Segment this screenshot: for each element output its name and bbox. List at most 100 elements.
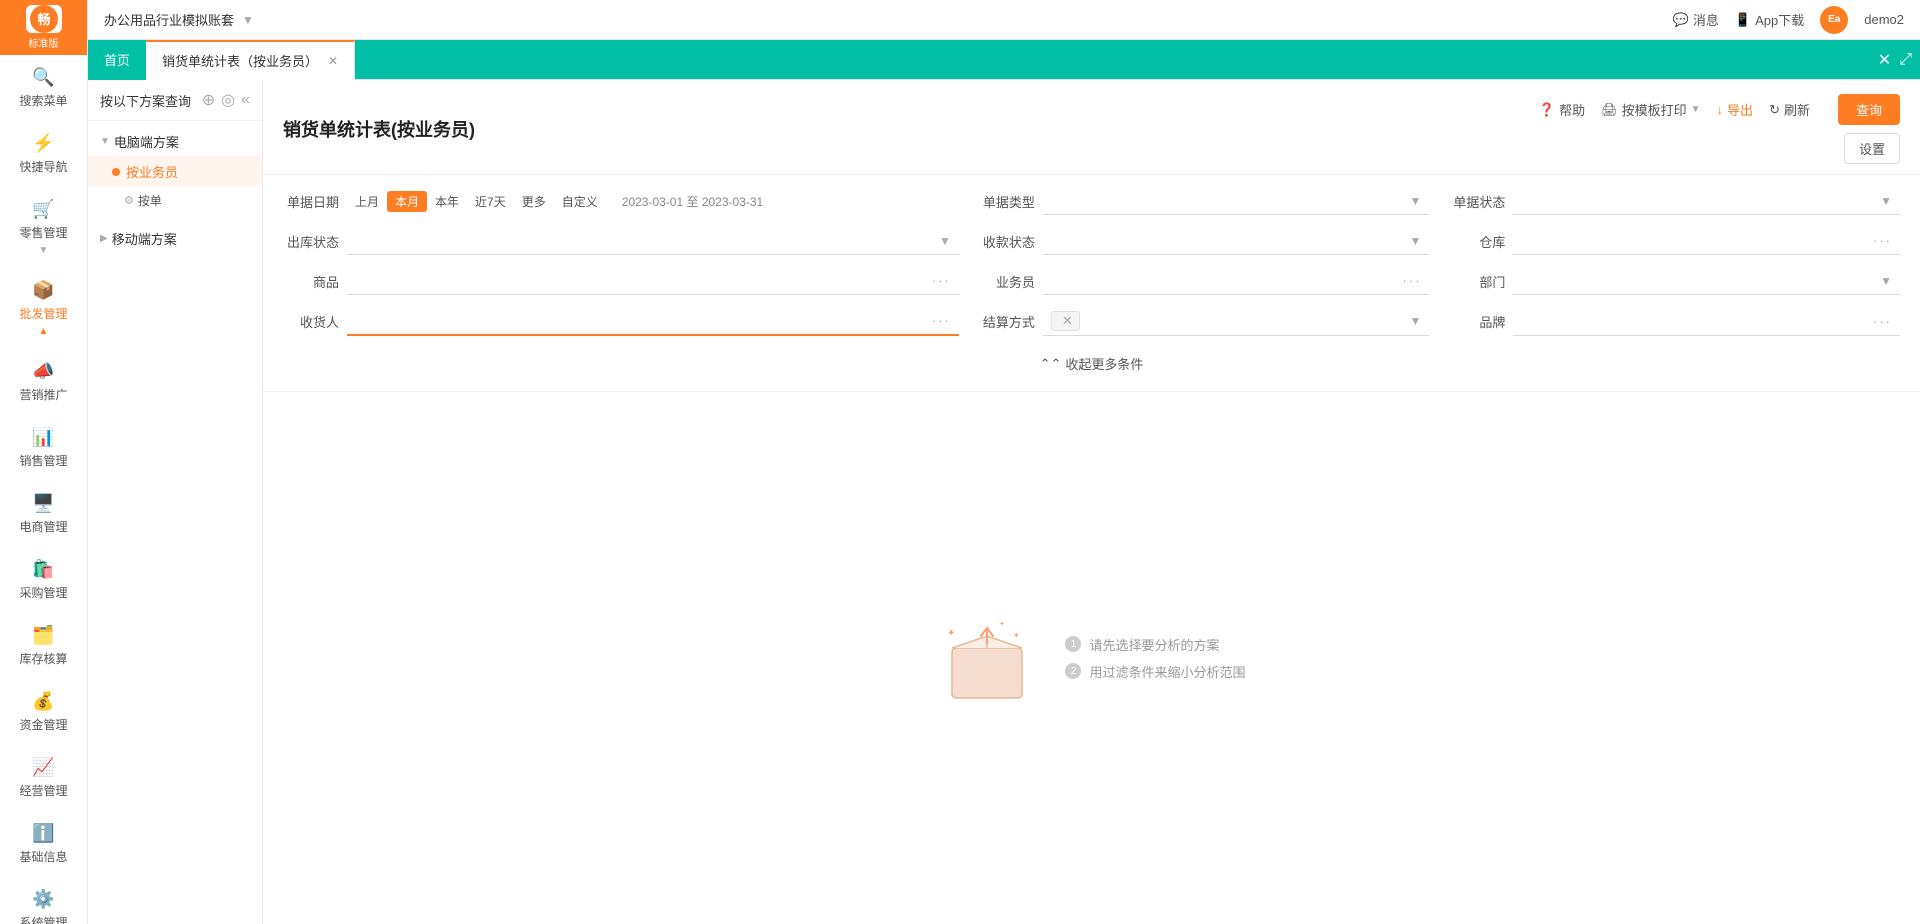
sidebar-item-sales[interactable]: 📊 销售管理 [0,415,87,481]
finance-icon: 💰 [32,691,54,712]
tab-sales-stats[interactable]: 销货单统计表（按业务员） ✕ [146,40,355,80]
right-panel: 销货单统计表(按业务员) ❓ 帮助 🖨 按模板打印 ▼ [263,80,1920,924]
receiver-control[interactable]: ··· [347,308,959,336]
date-tab-custom[interactable]: 自定义 [554,191,606,212]
scheme-group-desktop: ▼ 电脑端方案 按业务员 ⚙ 按单 [88,121,262,220]
desktop-expand-icon: ▼ [100,136,110,147]
salesman-control[interactable]: ··· [1043,267,1430,295]
svg-text:✦: ✦ [947,628,955,639]
sidebar-item-label-quick-nav: 快捷导航 [19,158,67,175]
date-field-label: 单据日期 [283,192,339,211]
receiver-dots: ··· [932,313,951,328]
app-download-icon: 📱 [1735,12,1751,28]
sidebar-item-purchase[interactable]: 🛍️ 采购管理 [0,547,87,613]
edit-scheme-icon[interactable]: ◎ [221,90,235,110]
workspace-dropdown-icon: ▼ [242,13,254,27]
sidebar: 畅 标准版 🔍 搜索菜单 ⚡ 快捷导航 🛒 零售管理 ▼ 📦 批发管理 [0,0,88,924]
sidebar-item-basic[interactable]: ℹ️ 基础信息 [0,811,87,877]
doc-type-control[interactable]: ▼ [1043,187,1430,215]
message-label: 消息 [1693,10,1719,29]
collapse-label: 收起更多条件 [1065,354,1143,373]
query-set-btns: 查询 设置 [1822,94,1900,164]
add-scheme-icon[interactable]: ⊕ [202,90,215,110]
sidebar-item-system[interactable]: ⚙️ 系统管理 [0,877,87,924]
receipt-status-label: 收款状态 [979,232,1035,251]
sidebar-item-ecommerce[interactable]: 🖥️ 电商管理 [0,481,87,547]
mobile-scheme-group-title[interactable]: ▶ 移动端方案 [88,224,262,253]
dept-control[interactable]: ▼ [1513,267,1900,295]
warehouse-control[interactable]: ··· [1513,227,1900,255]
filter-area: 单据日期 上月 本月 本年 近7天 更多 自定义 2023-03-01 至 20… [263,175,1920,392]
template-print-btn[interactable]: 🖨 按模板打印 ▼ [1601,100,1700,119]
sidebar-item-wholesale[interactable]: 📦 批发管理 ▲ [0,268,87,349]
empty-illustration: ✦ ✦ ✦ 1 请先选择要分析的方案 2 [937,608,1245,708]
set-button[interactable]: 设置 [1844,133,1900,164]
doc-status-control[interactable]: ▼ [1513,187,1900,215]
collapse-panel-icon[interactable]: « [241,91,250,109]
out-status-caret: ▼ [939,234,951,248]
app-download-btn[interactable]: 📱 App下载 [1735,10,1804,29]
date-tab-this-month[interactable]: 本月 [387,191,427,212]
scheme-item-salesperson[interactable]: 按业务员 [88,156,262,187]
date-tab-this-year[interactable]: 本年 [427,191,467,212]
date-tabs: 上月 本月 本年 近7天 更多 自定义 [347,191,606,212]
sidebar-item-search[interactable]: 🔍 搜索菜单 [0,55,87,121]
sales-icon: 📊 [32,427,54,448]
workspace-selector[interactable]: 办公用品行业模拟账套 ▼ [104,10,254,29]
filter-item-out-status: 出库状态 ▼ [283,227,959,255]
tab-home[interactable]: 首页 [88,40,146,80]
user-avatar[interactable]: Ea [1820,6,1848,34]
help-btn[interactable]: ❓ 帮助 [1539,100,1585,119]
sidebar-item-inventory[interactable]: 🗂️ 库存核算 [0,613,87,679]
brand-dots: ··· [1873,314,1892,329]
query-button[interactable]: 查询 [1838,94,1900,125]
goods-control[interactable]: ··· [347,267,959,295]
user-name[interactable]: demo2 [1864,12,1904,27]
inventory-icon: 🗂️ [32,625,54,646]
tip-1-num: 1 [1065,636,1081,652]
desktop-scheme-group-title[interactable]: ▼ 电脑端方案 [88,127,262,156]
message-btn[interactable]: 💬 消息 [1673,10,1719,29]
tab-minimize-icon[interactable]: ✕ [1878,50,1891,70]
filter-item-doc-type: 单据类型 ▼ [979,187,1430,215]
tip-2-text: 用过滤条件来缩小分析范围 [1089,662,1245,681]
export-btn[interactable]: ↓ 导出 [1717,100,1754,119]
active-scheme-dot [112,168,120,176]
settlement-caret: ▼ [1410,314,1422,328]
sidebar-item-label-inventory: 库存核算 [19,650,67,667]
brand-label: 品牌 [1449,312,1505,331]
left-panel: 按以下方案查询 ⊕ ◎ « ▼ 电脑端方案 按业务员 [88,80,263,924]
collapse-icon: ⌃⌃ [1040,356,1062,372]
sidebar-item-operation[interactable]: 📈 经营管理 [0,745,87,811]
filter-item-salesman: 业务员 ··· [979,267,1430,295]
mobile-scheme-label: 移动端方案 [112,229,177,248]
sidebar-item-retail[interactable]: 🛒 零售管理 ▼ [0,187,87,268]
tab-maximize-icon[interactable]: ⤢ [1899,51,1912,69]
out-status-control[interactable]: ▼ [347,227,959,255]
settlement-tag-remove[interactable]: ✕ [1062,313,1073,329]
collapse-row: ⌃⌃ 收起更多条件 [283,348,1900,379]
export-icon: ↓ [1717,102,1724,117]
settlement-control[interactable]: ✕ ▼ [1043,307,1430,336]
sidebar-item-label-purchase: 采购管理 [19,584,67,601]
collapse-btn[interactable]: ⌃⌃ 收起更多条件 [1040,348,1144,379]
refresh-btn[interactable]: ↻ 刷新 [1769,100,1810,119]
date-tab-last-7-days[interactable]: 近7天 [467,191,514,212]
scheme-subitem-order[interactable]: ⚙ 按单 [88,187,262,214]
salesman-dots: ··· [1402,273,1421,288]
empty-tip-1: 1 请先选择要分析的方案 [1065,635,1245,654]
sidebar-item-marketing[interactable]: 📣 营销推广 [0,349,87,415]
tab-close-btn[interactable]: ✕ [328,54,338,68]
page-title: 销货单统计表(按业务员) [283,116,475,142]
sidebar-item-quick-nav[interactable]: ⚡ 快捷导航 [0,121,87,187]
sidebar-item-label-ecommerce: 电商管理 [19,518,67,535]
salesman-label: 业务员 [979,272,1035,291]
brand-control[interactable]: ··· [1513,308,1900,336]
wholesale-icon: 📦 [32,280,54,301]
date-tab-more[interactable]: 更多 [514,191,554,212]
receipt-status-control[interactable]: ▼ [1043,227,1430,255]
logo-icon: 畅 [26,5,62,33]
date-tab-last-month[interactable]: 上月 [347,191,387,212]
ecommerce-icon: 🖥️ [32,493,54,514]
sidebar-item-finance[interactable]: 💰 资金管理 [0,679,87,745]
